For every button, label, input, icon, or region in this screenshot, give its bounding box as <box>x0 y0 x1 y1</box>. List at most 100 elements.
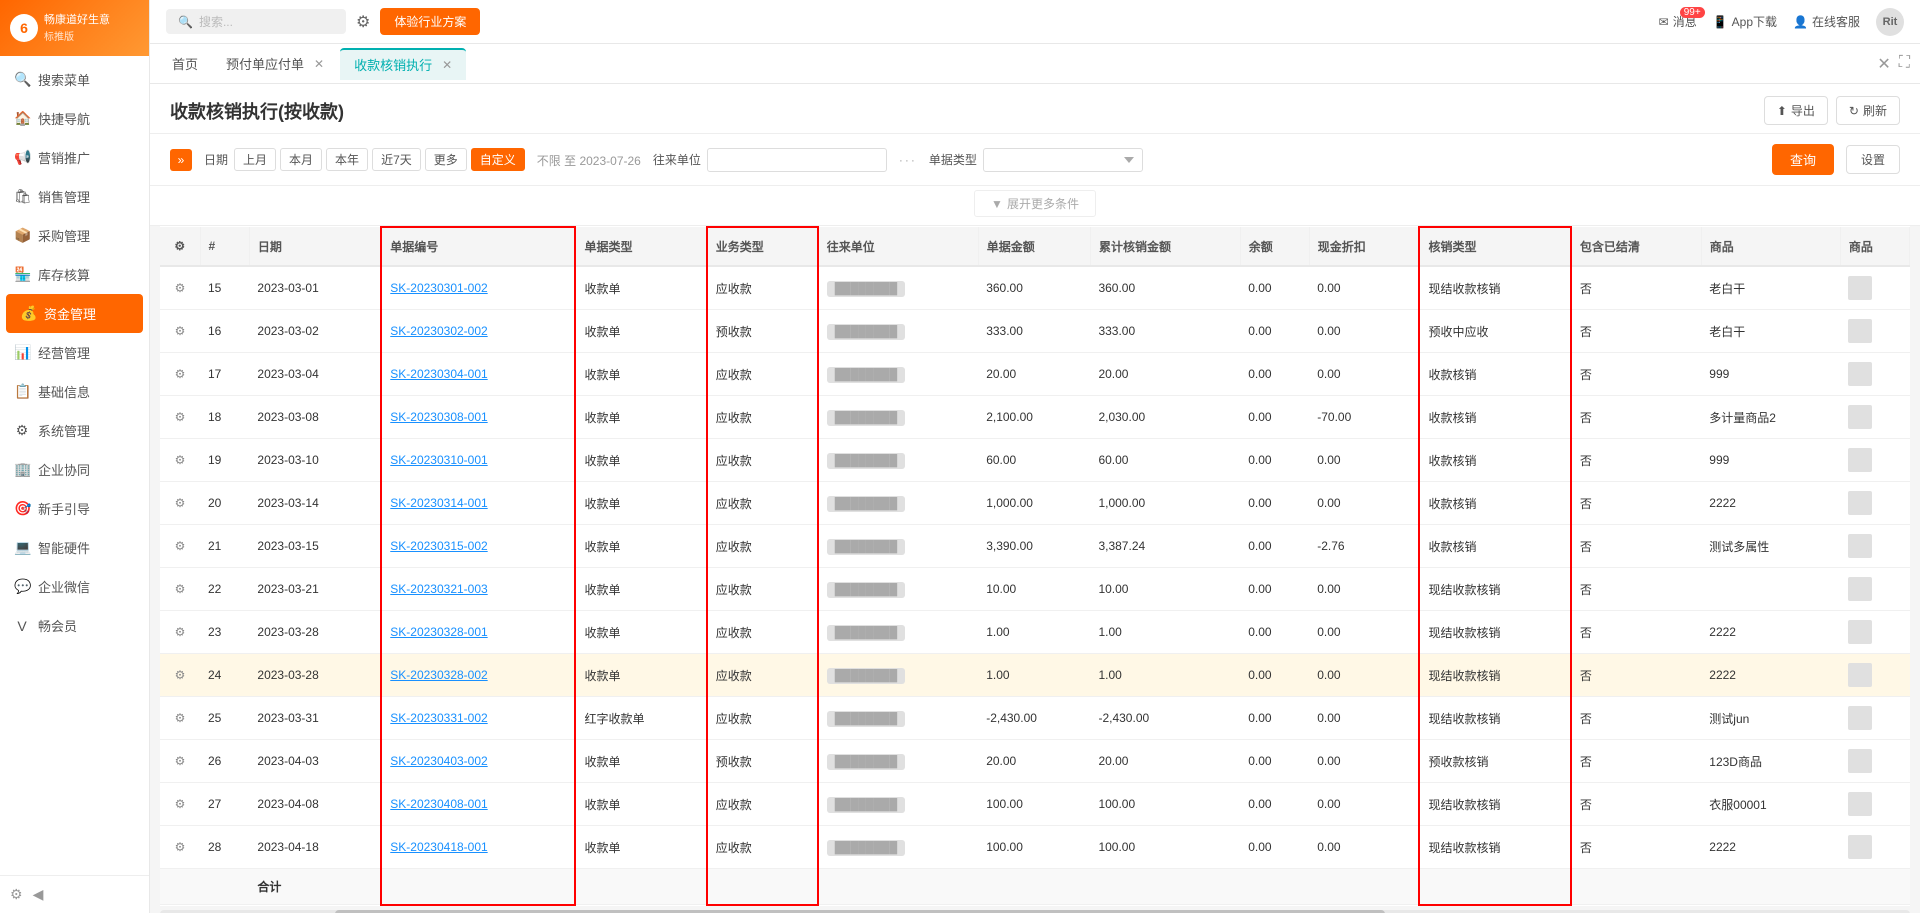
bill-type-label: 单据类型 <box>929 151 977 168</box>
horizontal-scrollbar[interactable] <box>160 910 1910 913</box>
bill-no-link[interactable]: SK-20230328-002 <box>390 668 487 682</box>
row-gear[interactable]: ⚙ <box>160 654 200 697</box>
row-gear[interactable]: ⚙ <box>160 697 200 740</box>
export-button[interactable]: ⬆ 导出 <box>1764 96 1828 125</box>
maximize-icon[interactable]: ⛶ <box>1899 54 1910 74</box>
sidebar-item-inventory[interactable]: 🏪库存核算 <box>0 255 149 294</box>
industry-solution-button[interactable]: 体验行业方案 <box>380 8 480 35</box>
bill-no-link[interactable]: SK-20230301-002 <box>390 281 487 295</box>
sidebar-item-system[interactable]: ⚙系统管理 <box>0 411 149 450</box>
table-row: ⚙ 18 2023-03-08 SK-20230308-001 收款单 应收款 … <box>160 396 1910 439</box>
row-gear[interactable]: ⚙ <box>160 396 200 439</box>
bill-no-link[interactable]: SK-20230418-001 <box>390 840 487 854</box>
row-gear[interactable]: ⚙ <box>160 611 200 654</box>
row-index: 22 <box>200 568 249 611</box>
tab-receipt[interactable]: 收款核销执行 ✕ <box>340 48 466 80</box>
sidebar-item-purchase[interactable]: 📦采购管理 <box>0 216 149 255</box>
sidebar-item-base[interactable]: 📋基础信息 <box>0 372 149 411</box>
tab-prepay[interactable]: 预付单应付单 ✕ <box>212 48 338 80</box>
search-box[interactable]: 🔍 搜索... <box>166 9 346 34</box>
filter-expand-button[interactable]: » <box>170 149 192 171</box>
sidebar-item-hardware[interactable]: 💻智能硬件 <box>0 528 149 567</box>
sidebar-item-wechat[interactable]: 💬企业微信 <box>0 567 149 606</box>
more-dates-btn[interactable]: 更多 <box>425 148 467 171</box>
row-cash-discount: 0.00 <box>1309 740 1419 783</box>
sidebar-item-operation[interactable]: 📊经营管理 <box>0 333 149 372</box>
app-download-button[interactable]: 📱 App下载 <box>1713 13 1777 30</box>
bill-type-select[interactable] <box>983 148 1143 172</box>
last-month-btn[interactable]: 上月 <box>234 148 276 171</box>
table-row: ⚙ 27 2023-04-08 SK-20230408-001 收款单 应收款 … <box>160 783 1910 826</box>
row-goods: 2222 <box>1701 654 1840 697</box>
export-icon: ⬆ <box>1777 104 1787 118</box>
query-button[interactable]: 查询 <box>1772 144 1834 175</box>
this-month-btn[interactable]: 本月 <box>280 148 322 171</box>
sidebar-item-marketing[interactable]: 📢营销推广 <box>0 138 149 177</box>
tab-receipt-close[interactable]: ✕ <box>442 58 452 72</box>
row-gear[interactable]: ⚙ <box>160 783 200 826</box>
date-range-display: 不限 至 2023-07-26 <box>537 152 641 169</box>
row-gear[interactable]: ⚙ <box>160 310 200 353</box>
row-gear[interactable]: ⚙ <box>160 266 200 310</box>
custom-date-btn[interactable]: 自定义 <box>471 148 525 171</box>
user-avatar[interactable]: Rit <box>1876 8 1904 36</box>
row-amount: 1.00 <box>978 611 1090 654</box>
sidebar-item-member[interactable]: V畅会员 <box>0 606 149 645</box>
bill-no-link[interactable]: SK-20230321-003 <box>390 582 487 596</box>
bill-no-link[interactable]: SK-20230314-001 <box>390 496 487 510</box>
bill-no-link[interactable]: SK-20230315-002 <box>390 539 487 553</box>
col-balance: 余额 <box>1240 227 1309 266</box>
guide-icon: 🎯 <box>14 500 30 517</box>
this-year-btn[interactable]: 本年 <box>326 148 368 171</box>
table-row: ⚙ 24 2023-03-28 SK-20230328-002 收款单 应收款 … <box>160 654 1910 697</box>
row-gear[interactable]: ⚙ <box>160 740 200 783</box>
bill-no-link[interactable]: SK-20230304-001 <box>390 367 487 381</box>
sidebar-item-guide[interactable]: 🎯新手引导 <box>0 489 149 528</box>
bill-no-link[interactable]: SK-20230408-001 <box>390 797 487 811</box>
sidebar-item-search[interactable]: 🔍搜索菜单 <box>0 60 149 99</box>
sidebar-item-capital[interactable]: 💰资金管理 <box>6 294 143 333</box>
col-gear[interactable]: ⚙ <box>160 227 200 266</box>
row-gear[interactable]: ⚙ <box>160 568 200 611</box>
partner-input[interactable] <box>707 148 887 172</box>
settings-gear-icon[interactable]: ⚙ <box>356 12 370 32</box>
last-7days-btn[interactable]: 近7天 <box>372 148 421 171</box>
sales-icon: 🛍 <box>14 188 30 205</box>
bill-no-link[interactable]: SK-20230308-001 <box>390 410 487 424</box>
page-content: 收款核销执行(按收款) ⬆ 导出 ↻ 刷新 » 日期 上月 本月 本 <box>150 84 1920 913</box>
row-gear[interactable]: ⚙ <box>160 525 200 568</box>
table-row: ⚙ 28 2023-04-18 SK-20230418-001 收款单 应收款 … <box>160 826 1910 869</box>
row-bill-no: SK-20230314-001 <box>381 482 575 525</box>
topbar: 🔍 搜索... ⚙ 体验行业方案 ✉ 消息 99+ 📱 App下载 👤 在线客服… <box>150 0 1920 44</box>
close-tab-icon[interactable]: ✕ <box>1877 54 1890 74</box>
bill-no-link[interactable]: SK-20230302-002 <box>390 324 487 338</box>
row-partner: ████████ <box>818 783 978 826</box>
column-settings-button[interactable]: 设置 <box>1846 145 1900 174</box>
row-goods: 2222 <box>1701 482 1840 525</box>
refresh-button[interactable]: ↻ 刷新 <box>1836 96 1900 125</box>
row-cash-discount: 0.00 <box>1309 654 1419 697</box>
collapse-icon[interactable]: ◀ <box>33 886 44 903</box>
sidebar-item-quick[interactable]: 🏠快捷导航 <box>0 99 149 138</box>
tab-home[interactable]: 首页 <box>160 54 210 73</box>
expand-icon: ▼ <box>991 197 1003 211</box>
row-gear[interactable]: ⚙ <box>160 482 200 525</box>
table-row: ⚙ 17 2023-03-04 SK-20230304-001 收款单 应收款 … <box>160 353 1910 396</box>
message-button[interactable]: ✉ 消息 99+ <box>1659 13 1697 30</box>
row-bill-no: SK-20230408-001 <box>381 783 575 826</box>
settings-icon[interactable]: ⚙ <box>10 886 23 903</box>
bill-no-link[interactable]: SK-20230328-001 <box>390 625 487 639</box>
sidebar-item-corp[interactable]: 🏢企业协同 <box>0 450 149 489</box>
row-gear[interactable]: ⚙ <box>160 826 200 869</box>
expand-conditions-button[interactable]: ▼ 展开更多条件 <box>974 190 1096 217</box>
sidebar-item-sales[interactable]: 🛍销售管理 <box>0 177 149 216</box>
row-gear[interactable]: ⚙ <box>160 439 200 482</box>
tab-prepay-close[interactable]: ✕ <box>314 57 324 71</box>
bill-no-link[interactable]: SK-20230403-002 <box>390 754 487 768</box>
col-cash-discount: 现金折扣 <box>1309 227 1419 266</box>
bill-no-link[interactable]: SK-20230331-002 <box>390 711 487 725</box>
online-service-button[interactable]: 👤 在线客服 <box>1793 13 1860 30</box>
row-gear[interactable]: ⚙ <box>160 353 200 396</box>
bill-no-link[interactable]: SK-20230310-001 <box>390 453 487 467</box>
row-bill-type: 收款单 <box>575 783 706 826</box>
